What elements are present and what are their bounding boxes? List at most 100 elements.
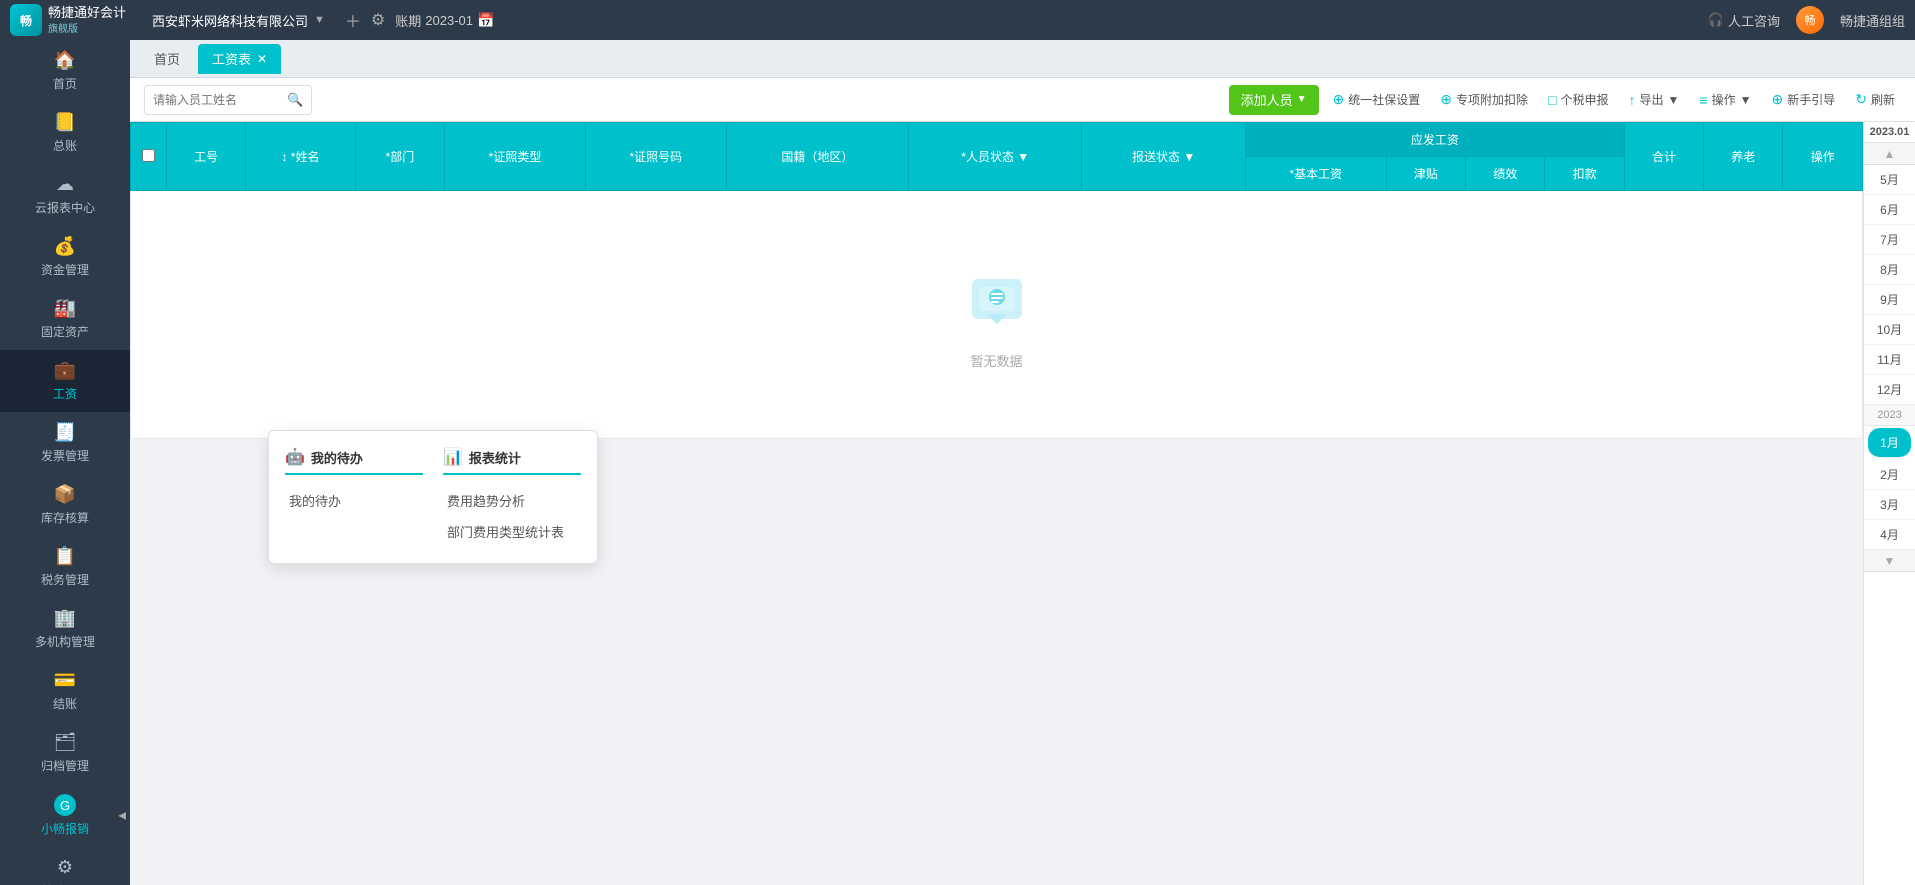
timeline-month-4[interactable]: 4月 — [1864, 520, 1915, 550]
xiaochang-icon: G — [54, 794, 76, 816]
personal-tax-button[interactable]: □ 个税申报 — [1542, 87, 1614, 112]
add-person-button[interactable]: 添加人员 ▼ — [1229, 85, 1319, 115]
new-guide-button[interactable]: ⊕ 新手引导 — [1766, 87, 1842, 112]
timeline-month-12[interactable]: 12月 — [1864, 375, 1915, 405]
tab-close-icon[interactable]: ✕ — [257, 52, 267, 66]
col-idtype-header: *证照类型 — [445, 123, 586, 191]
app-subtitle: 旗舰版 — [48, 20, 126, 35]
tax-deduct-icon: ⊕ — [1440, 91, 1452, 108]
sidebar-item-tax[interactable]: 📋 税务管理 — [0, 536, 130, 598]
sidebar-item-invoice[interactable]: 🧾 发票管理 — [0, 412, 130, 474]
settings-icon: ⚙ — [57, 857, 73, 878]
search-icon[interactable]: 🔍 — [287, 92, 303, 108]
operation-icon: ≡ — [1699, 92, 1707, 108]
tab-home-label: 首页 — [154, 49, 180, 68]
top-actions: ＋ ⚙ — [345, 8, 385, 32]
sidebar-item-basic-settings[interactable]: ⚙ 基础设置 — [0, 847, 130, 885]
tab-salary[interactable]: 工资表 ✕ — [198, 44, 281, 74]
social-insurance-button[interactable]: ⊕ 统一社保设置 — [1327, 87, 1427, 112]
col-ops-header: 操作 — [1783, 123, 1863, 191]
sidebar-label-multi-org: 多机构管理 — [35, 633, 95, 650]
timeline-year-header: 2023.01 — [1864, 122, 1915, 143]
main-layout: 🏠 首页 📒 总账 ☁ 云报表中心 💰 资金管理 🏭 固定资产 💼 工资 🧾 发… — [0, 40, 1915, 885]
popup-my-tasks[interactable]: 我的待办 — [285, 485, 423, 516]
search-input[interactable] — [153, 93, 283, 107]
operation-button[interactable]: ≡ 操作 ▼ — [1693, 87, 1757, 112]
popup-col-reports: 📊 报表统计 费用趋势分析 部门费用类型统计表 — [443, 447, 581, 547]
sidebar-label-archive: 归档管理 — [41, 757, 89, 774]
customer-service-button[interactable]: 🎧 人工咨询 — [1708, 11, 1780, 30]
collapse-icon: ◀ — [118, 810, 126, 821]
sidebar-item-ledger[interactable]: 📒 总账 — [0, 102, 130, 164]
sidebar-label-settlement: 结账 — [53, 695, 77, 712]
popup-cost-trend[interactable]: 费用趋势分析 — [443, 485, 581, 516]
tab-salary-label: 工资表 — [212, 49, 251, 68]
chevron-down-icon: ▼ — [314, 14, 325, 26]
col-empno-header: 工号 — [167, 123, 246, 191]
col-persontype-header: *人员状态 ▼ — [909, 123, 1082, 191]
sidebar-item-cloud-report[interactable]: ☁ 云报表中心 — [0, 164, 130, 226]
timeline-month-11[interactable]: 11月 — [1864, 345, 1915, 375]
tab-home[interactable]: 首页 — [140, 44, 194, 74]
tax-deduct-label: 专项附加扣除 — [1456, 91, 1528, 108]
timeline-month-1[interactable]: 1月 — [1868, 428, 1911, 458]
timeline-year-2023: 2023 — [1864, 405, 1915, 426]
sidebar-label-salary: 工资 — [53, 385, 77, 402]
timeline-month-8[interactable]: 8月 — [1864, 255, 1915, 285]
timeline-scroll-down-button[interactable]: ▼ — [1864, 550, 1915, 572]
col-total-header: 合计 — [1624, 123, 1703, 191]
sidebar-item-multi-org[interactable]: 🏢 多机构管理 — [0, 598, 130, 660]
sidebar-label-xiaochang: 小畅报销 — [41, 820, 89, 837]
period-label: 账期 — [395, 11, 421, 30]
operation-arrow-icon: ▼ — [1740, 93, 1752, 107]
sidebar-item-fixed-asset[interactable]: 🏭 固定资产 — [0, 288, 130, 350]
popup-tasks-title: 我的待办 — [311, 448, 363, 467]
timeline-month-10[interactable]: 10月 — [1864, 315, 1915, 345]
timeline-month-3[interactable]: 3月 — [1864, 490, 1915, 520]
add-icon[interactable]: ＋ — [345, 8, 361, 32]
sidebar-item-settlement[interactable]: 💳 结账 — [0, 660, 130, 722]
username: 畅捷通组组 — [1840, 11, 1905, 30]
col-pension-header: 养老 — [1704, 123, 1783, 191]
sidebar-label-fixed-asset: 固定资产 — [41, 323, 89, 340]
select-all-checkbox[interactable] — [142, 149, 155, 162]
timeline-month-9[interactable]: 9月 — [1864, 285, 1915, 315]
timeline-month-7[interactable]: 7月 — [1864, 225, 1915, 255]
period-value: 2023-01 — [425, 13, 473, 28]
timeline-month-5[interactable]: 5月 — [1864, 165, 1915, 195]
col-payroll-group-header: 应发工资 — [1245, 123, 1624, 157]
sidebar-label-tax: 税务管理 — [41, 571, 89, 588]
sidebar-item-fund[interactable]: 💰 资金管理 — [0, 226, 130, 288]
sidebar-item-salary[interactable]: 💼 工资 — [0, 350, 130, 412]
company-name: 西安虾米网络科技有限公司 — [152, 11, 308, 30]
home-icon: 🏠 — [54, 50, 76, 71]
popup-dept-cost[interactable]: 部门费用类型统计表 — [443, 516, 581, 547]
reports-icon: 📊 — [443, 447, 463, 467]
tax-deduct-button[interactable]: ⊕ 专项附加扣除 — [1434, 87, 1534, 112]
period-info: 账期 2023-01 📅 — [395, 11, 494, 30]
col-nation-header: 国籍（地区） — [726, 123, 908, 191]
archive-icon: 🗂 — [54, 732, 77, 753]
empty-state-icon — [957, 259, 1037, 339]
settings-icon[interactable]: ⚙ — [371, 10, 385, 30]
timeline-scroll-up-button[interactable]: ▲ — [1864, 143, 1915, 165]
timeline-month-2[interactable]: 2月 — [1864, 460, 1915, 490]
toolbar-right: 添加人员 ▼ ⊕ 统一社保设置 ⊕ 专项附加扣除 □ 个税申报 ↑ 导出 — [1229, 85, 1901, 115]
refresh-button[interactable]: ↻ 刷新 — [1849, 87, 1901, 112]
calendar-icon[interactable]: 📅 — [477, 12, 494, 29]
timeline-panel: 2023.01 ▲ 5月 6月 7月 8月 9月 10月 11月 12月 202… — [1863, 122, 1915, 885]
sidebar-item-home[interactable]: 🏠 首页 — [0, 40, 130, 102]
add-person-arrow-icon: ▼ — [1297, 94, 1307, 105]
col-performance-header: 绩效 — [1466, 157, 1545, 191]
new-guide-label: 新手引导 — [1787, 91, 1835, 108]
sidebar-label-home: 首页 — [53, 75, 77, 92]
sidebar-item-xiaochang[interactable]: G 小畅报销 ◀ — [0, 784, 130, 847]
company-selector[interactable]: 西安虾米网络科技有限公司 ▼ — [140, 11, 337, 30]
settlement-icon: 💳 — [54, 670, 76, 691]
col-deduct-header: 扣款 — [1545, 157, 1624, 191]
sidebar-item-inventory[interactable]: 📦 库存核算 — [0, 474, 130, 536]
timeline-month-6[interactable]: 6月 — [1864, 195, 1915, 225]
sidebar-item-archive[interactable]: 🗂 归档管理 — [0, 722, 130, 784]
export-button[interactable]: ↑ 导出 ▼ — [1623, 87, 1686, 112]
top-right: 🎧 人工咨询 畅 畅捷通组组 — [1708, 6, 1905, 34]
